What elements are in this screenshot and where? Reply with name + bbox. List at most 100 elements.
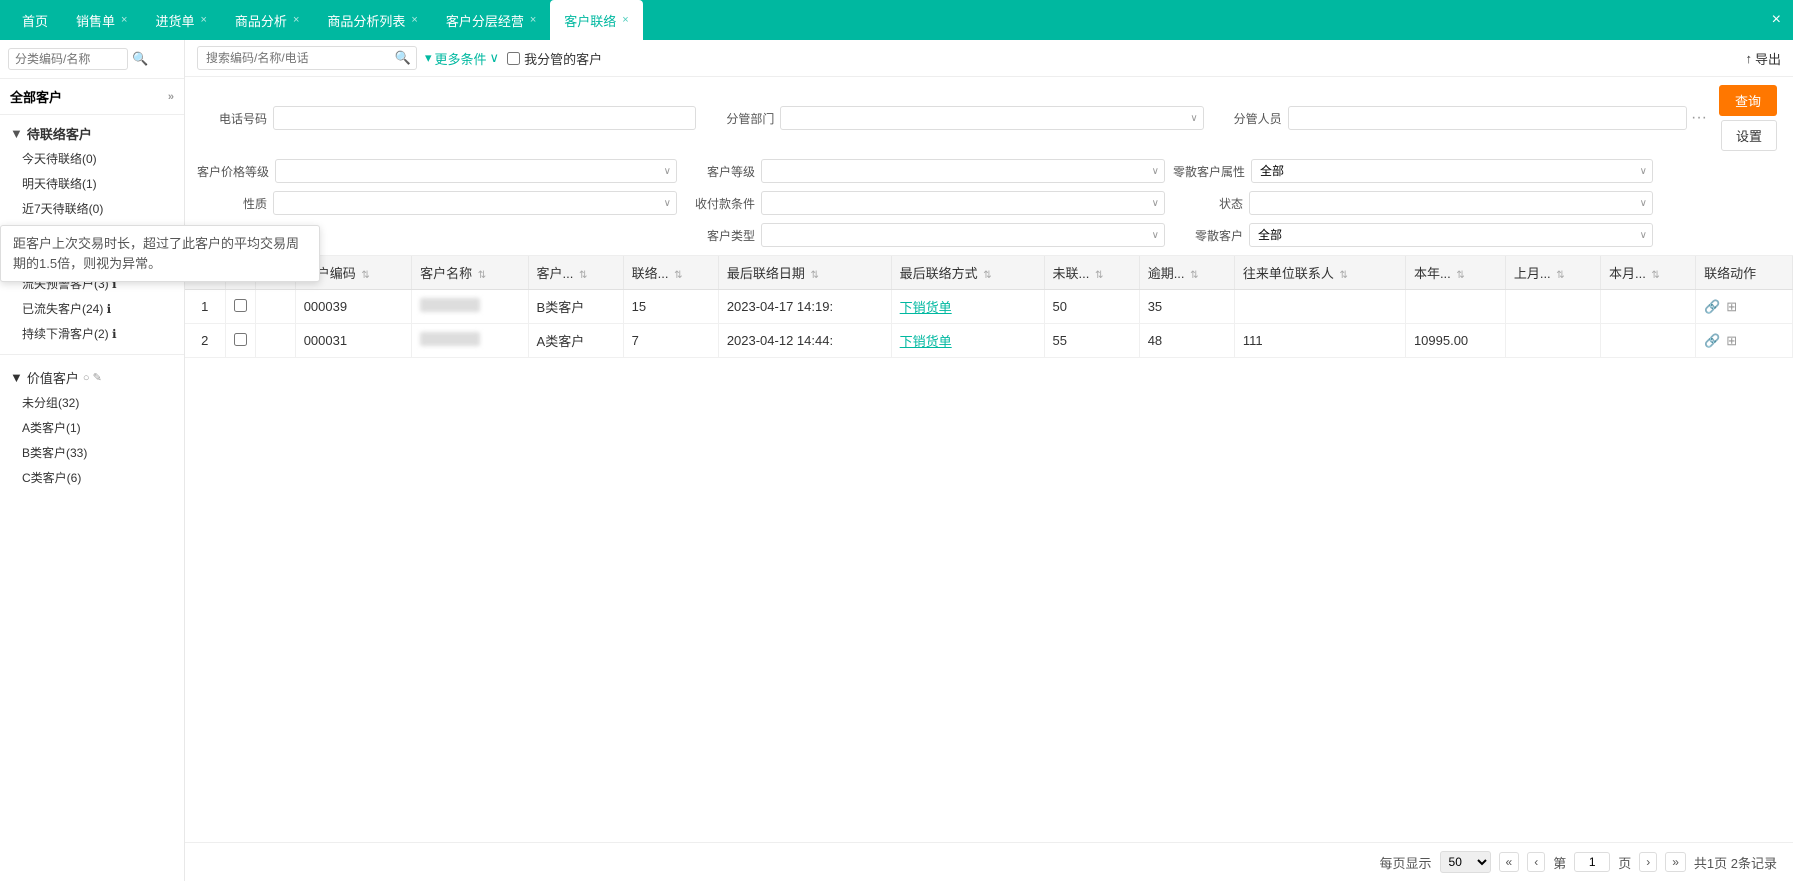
close-tab-analysis-list[interactable]: × [411,14,417,26]
set-button[interactable]: 设置 [1721,120,1777,151]
close-tab-purchase[interactable]: × [200,14,206,26]
action-grid-icon[interactable]: ⊞ [1726,299,1737,315]
nav-tab-customer-contact[interactable]: 客户联络 × [550,0,642,40]
first-page-button[interactable]: « [1499,852,1520,872]
nav-tab-customer-tier[interactable]: 客户分层经营 × [432,0,550,40]
filter-field-scatter-customer: 零散客户 全部 ∨ [1173,223,1653,247]
filter-select-customer-grade-wrap: ∨ [761,159,1165,183]
cell-check[interactable] [225,324,255,358]
sidebar: 🔍 全部客户 » ▼ 待联络客户 今天待联络(0) 明天待联络(1) 近7天待联… [0,40,185,881]
prev-page-button[interactable]: ‹ [1527,852,1545,872]
my-customers-checkbox[interactable] [507,52,520,65]
th-last-date[interactable]: 最后联络日期 ⇅ [718,256,891,290]
th-unit-contact[interactable]: 往来单位联系人 ⇅ [1234,256,1405,290]
per-page-select[interactable]: 50 100 200 [1440,851,1491,873]
sidebar-group-contact-title[interactable]: ▼ 待联络客户 [0,119,184,146]
close-tab-customer-contact[interactable]: × [622,14,628,26]
th-name[interactable]: 客户名称 ⇅ [412,256,528,290]
row-checkbox[interactable] [234,333,247,346]
filter-select-scatter-customer[interactable]: 全部 [1249,223,1653,247]
last-method-link[interactable]: 下销货单 [900,300,952,315]
my-customers-checkbox-label[interactable]: 我分管的客户 [507,49,602,68]
sidebar-search-input[interactable] [8,48,128,70]
th-this-month[interactable]: 本月... ⇅ [1600,256,1695,290]
filter-field-scatter-attr: 零散客户属性 全部 ∨ [1173,159,1653,183]
nav-tab-analysis[interactable]: 商品分析 × [221,0,313,40]
filter-select-nature[interactable] [273,191,677,215]
filter-select-status-wrap: ∨ [1249,191,1653,215]
action-link-icon[interactable]: 🔗 [1704,333,1720,349]
more-conditions-button[interactable]: ▾ 更多条件 ∨ [425,49,499,68]
next-page-button[interactable]: › [1639,852,1657,872]
manager-dots-button[interactable]: ··· [1687,109,1711,127]
th-unread[interactable]: 未联... ⇅ [1044,256,1139,290]
cell-last-method[interactable]: 下销货单 [891,290,1044,324]
cell-contact: 15 [623,290,718,324]
nav-tab-sales[interactable]: 销售单 × [62,0,141,40]
sidebar-search-icon[interactable]: 🔍 [132,51,148,67]
row-checkbox[interactable] [234,299,247,312]
sidebar-collapse-icon[interactable]: » [168,91,174,103]
filter-icon: ▾ [425,50,432,66]
th-overdue[interactable]: 逾期... ⇅ [1139,256,1234,290]
last-page-button[interactable]: » [1665,852,1686,872]
window-close-button[interactable]: × [1772,11,1781,29]
sidebar-item-class-c[interactable]: C类客户(6) [0,465,184,490]
cell-overdue: 48 [1139,324,1234,358]
filter-select-dept[interactable] [780,106,1203,130]
sidebar-search-area: 🔍 [0,40,184,79]
action-grid-icon[interactable]: ⊞ [1726,333,1737,349]
cell-unit-contact [1234,290,1405,324]
sidebar-item-today-contact[interactable]: 今天待联络(0) [0,146,184,171]
sidebar-item-unclassified[interactable]: 未分组(32) [0,390,184,415]
close-tab-analysis[interactable]: × [293,14,299,26]
sidebar-item-churned[interactable]: 已流失客户(24) ℹ [0,296,184,321]
cell-check[interactable] [225,290,255,324]
th-type[interactable]: 客户... ⇅ [528,256,623,290]
cell-num: 2 [185,324,225,358]
sidebar-item-7day-contact[interactable]: 近7天待联络(0) [0,196,184,221]
nav-tab-analysis-list[interactable]: 商品分析列表 × [313,0,431,40]
filter-field-dept: 分管部门 ∨ [704,106,1203,130]
filter-select-status[interactable] [1249,191,1653,215]
filter-select-scatter-attr-wrap: 全部 ∨ [1251,159,1653,183]
nav-tab-purchase[interactable]: 进货单 × [141,0,220,40]
close-tab-customer-tier[interactable]: × [530,14,536,26]
cell-last-method[interactable]: 下销货单 [891,324,1044,358]
sidebar-item-class-b[interactable]: B类客户(33) [0,440,184,465]
value-edit-icons[interactable]: ○ ✎ [83,371,102,384]
filter-select-customer-grade[interactable] [761,159,1165,183]
filter-select-payment[interactable] [761,191,1165,215]
export-button[interactable]: ↑ 导出 [1745,49,1781,68]
filter-input-phone[interactable] [273,106,696,130]
page-input[interactable] [1574,852,1610,872]
last-method-link[interactable]: 下销货单 [900,334,952,349]
tooltip-box: 距客户上次交易时长，超过了此客户的平均交易周期的1.5倍，则视为异常。 [0,225,185,282]
cell-last-month [1505,290,1600,324]
filter-row-1: 电话号码 分管部门 ∨ 分管人员 ··· [197,81,1781,155]
th-this-year[interactable]: 本年... ⇅ [1405,256,1505,290]
close-tab-sales[interactable]: × [121,14,127,26]
filter-search-input[interactable] [197,46,417,70]
filter-search-icon[interactable]: 🔍 [395,50,411,66]
th-last-method[interactable]: 最后联络方式 ⇅ [891,256,1044,290]
nav-tab-home[interactable]: 首页 [8,0,62,40]
cell-contact: 7 [623,324,718,358]
sidebar-group-value-title[interactable]: ▼ 价值客户 ○ ✎ [0,363,184,390]
filter-label-phone: 电话号码 [197,110,267,127]
filter-select-scatter-customer-wrap: 全部 ∨ [1249,223,1653,247]
filter-input-manager[interactable] [1288,106,1687,130]
table-row: 2 000031 A类客户 7 2023-04-12 14:44: 下销货单 5… [185,324,1793,358]
cell-settings [255,324,295,358]
sidebar-item-tomorrow-contact[interactable]: 明天待联络(1) [0,171,184,196]
filter-select-customer-type[interactable] [761,223,1165,247]
query-button[interactable]: 查询 [1719,85,1777,116]
filter-select-scatter-attr[interactable]: 全部 [1251,159,1653,183]
filter-select-price-grade[interactable] [275,159,677,183]
action-link-icon[interactable]: 🔗 [1704,299,1720,315]
filter-field-status: 状态 ∨ [1173,191,1653,215]
th-contact[interactable]: 联络... ⇅ [623,256,718,290]
sidebar-item-class-a[interactable]: A类客户(1) [0,415,184,440]
th-last-month[interactable]: 上月... ⇅ [1505,256,1600,290]
sidebar-item-declining[interactable]: 持续下滑客户(2) ℹ [0,321,184,346]
